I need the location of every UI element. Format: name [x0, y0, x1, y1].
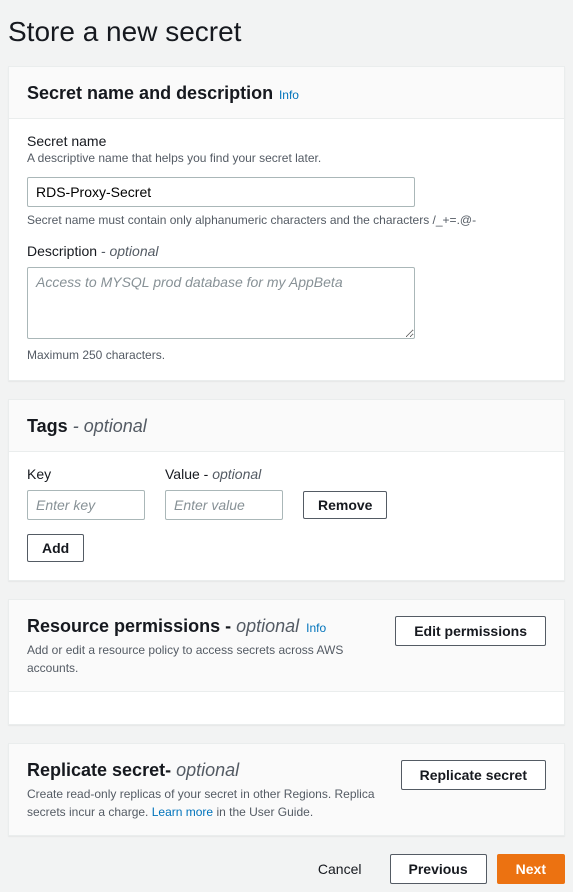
secret-name-desc: A descriptive name that helps you find y…	[27, 151, 546, 165]
next-button[interactable]: Next	[497, 854, 565, 884]
secret-name-section-title: Secret name and description	[27, 83, 273, 103]
remove-tag-button[interactable]: Remove	[303, 491, 387, 519]
cancel-button[interactable]: Cancel	[300, 855, 380, 883]
permissions-panel: Resource permissions - optional Info Add…	[8, 599, 565, 725]
tags-title: Tags	[27, 416, 68, 436]
replicate-optional: optional	[176, 760, 239, 780]
secret-name-panel: Secret name and description Info Secret …	[8, 66, 565, 381]
tag-key-header: Key	[27, 466, 145, 482]
tag-key-input[interactable]	[27, 490, 145, 520]
previous-button[interactable]: Previous	[390, 854, 487, 884]
edit-permissions-button[interactable]: Edit permissions	[395, 616, 546, 646]
description-textarea[interactable]	[27, 267, 415, 339]
secret-name-label: Secret name	[27, 133, 546, 149]
tag-value-input[interactable]	[165, 490, 283, 520]
page-title: Store a new secret	[8, 16, 565, 48]
permissions-title: Resource permissions -	[27, 616, 236, 636]
description-label: Description	[27, 243, 97, 259]
info-link-permissions[interactable]: Info	[306, 621, 326, 635]
secret-name-input[interactable]	[27, 177, 415, 207]
tag-row: Remove	[27, 490, 546, 520]
footer-actions: Cancel Previous Next	[8, 854, 565, 884]
learn-more-link[interactable]: Learn more	[152, 805, 213, 819]
replicate-secret-button[interactable]: Replicate secret	[401, 760, 546, 790]
permissions-desc: Add or edit a resource policy to access …	[27, 641, 383, 677]
secret-name-hint: Secret name must contain only alphanumer…	[27, 213, 546, 227]
replicate-desc2: in the User Guide.	[213, 805, 313, 819]
tag-value-header: Value -	[165, 466, 212, 482]
tags-panel: Tags - optional Key Value - optional Rem…	[8, 399, 565, 581]
permissions-optional: optional	[236, 616, 299, 636]
description-hint: Maximum 250 characters.	[27, 348, 546, 362]
replicate-title: Replicate secret-	[27, 760, 176, 780]
description-optional: - optional	[101, 243, 159, 259]
add-tag-button[interactable]: Add	[27, 534, 84, 562]
tag-value-optional: optional	[212, 466, 261, 482]
info-link-name[interactable]: Info	[279, 88, 299, 102]
tags-optional: - optional	[73, 416, 147, 436]
replicate-panel: Replicate secret- optional Create read-o…	[8, 743, 565, 836]
